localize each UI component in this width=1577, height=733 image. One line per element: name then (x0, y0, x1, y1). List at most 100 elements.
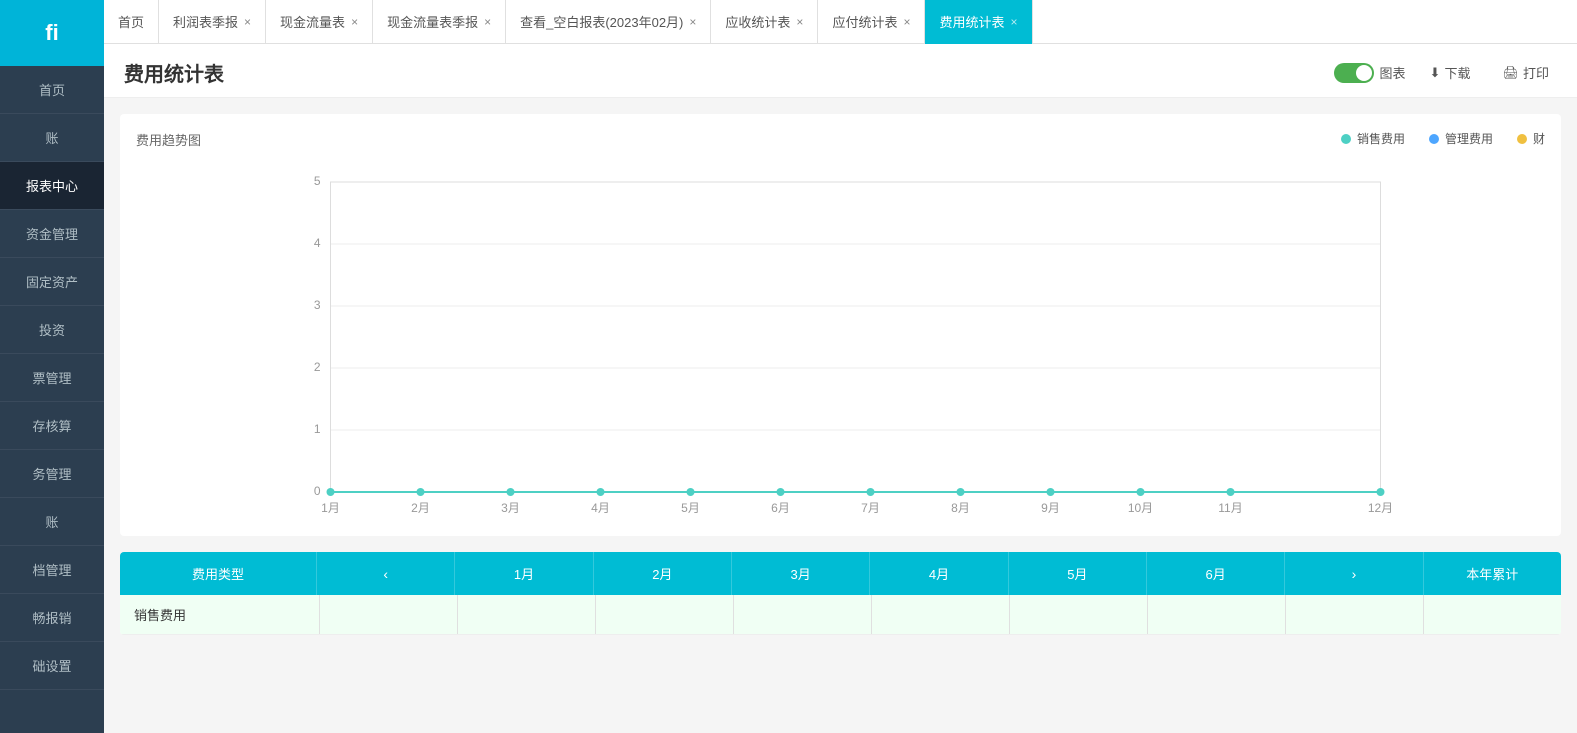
table-cell-m1 (458, 595, 596, 634)
next-arrow[interactable]: › (1348, 566, 1361, 582)
legend-management: 管理费用 (1429, 130, 1493, 147)
app-logo: fi (0, 0, 104, 66)
svg-text:3: 3 (314, 298, 321, 312)
table-header-prev[interactable]: ‹ (317, 552, 455, 595)
chart-svg-container: 5 4 3 2 1 0 (136, 157, 1545, 520)
svg-text:9月: 9月 (1041, 501, 1060, 515)
svg-text:5月: 5月 (681, 501, 700, 515)
close-tab-receivable[interactable]: × (796, 15, 803, 29)
sidebar-item-expense-report[interactable]: 畅报销 (0, 594, 104, 642)
svg-text:11月: 11月 (1218, 501, 1242, 515)
svg-text:7月: 7月 (861, 501, 880, 515)
chart-toggle[interactable] (1334, 63, 1374, 83)
table-header: 费用类型 ‹ 1月 2月 3月 4月 5月 (120, 552, 1561, 595)
legend-finance: 财 (1517, 130, 1545, 147)
prev-arrow[interactable]: ‹ (379, 566, 392, 582)
close-tab-cash-flow-quarter[interactable]: × (484, 15, 491, 29)
svg-text:10月: 10月 (1128, 501, 1153, 515)
tab-blank-report[interactable]: 查看_空白报表(2023年02月) × (506, 0, 711, 44)
sidebar-item-archives[interactable]: 档管理 (0, 546, 104, 594)
table-cell-m6 (1148, 595, 1286, 634)
svg-text:8月: 8月 (951, 501, 970, 515)
page-header: 费用统计表 图表 ⬇ 下载 🖨 打印 (104, 44, 1577, 98)
sidebar-item-fixed-assets[interactable]: 固定资产 (0, 258, 104, 306)
table-cell-nav-spacer (1286, 595, 1424, 634)
tab-bar: 首页 利润表季报 × 现金流量表 × 现金流量表季报 × 查看_空白报表(202… (104, 0, 1577, 44)
tab-payable[interactable]: 应付统计表 × (818, 0, 925, 44)
chart-title: 费用趋势图 (136, 130, 201, 149)
legend-label-finance: 财 (1533, 130, 1545, 147)
tab-cash-flow[interactable]: 现金流量表 × (266, 0, 373, 44)
toggle-text: 图表 (1380, 63, 1406, 82)
close-tab-profit-quarter[interactable]: × (244, 15, 251, 29)
sidebar-item-ledger[interactable]: 账 (0, 498, 104, 546)
print-button[interactable]: 🖨 打印 (1494, 59, 1557, 86)
svg-text:2月: 2月 (411, 501, 430, 515)
tab-profit-quarter[interactable]: 利润表季报 × (159, 0, 266, 44)
legend-dot-finance (1517, 134, 1527, 144)
svg-text:3月: 3月 (501, 501, 520, 515)
header-actions: 图表 ⬇ 下载 🖨 打印 (1334, 59, 1557, 86)
sidebar-item-settings[interactable]: 础设置 (0, 642, 104, 690)
legend-sales: 销售费用 (1341, 130, 1405, 147)
table-header-month-2: 2月 (594, 552, 732, 595)
table-row: 销售费用 (120, 595, 1561, 635)
legend-label-sales: 销售费用 (1357, 130, 1405, 147)
sidebar-item-service[interactable]: 务管理 (0, 450, 104, 498)
table-cell-m4 (872, 595, 1010, 634)
data-table: 费用类型 ‹ 1月 2月 3月 4月 5月 (120, 552, 1561, 635)
tab-expense-stat[interactable]: 费用统计表 × (925, 0, 1032, 44)
tab-cash-flow-quarter[interactable]: 现金流量表季报 × (373, 0, 506, 44)
print-icon: 🖨 (1502, 65, 1519, 81)
svg-text:4月: 4月 (591, 501, 610, 515)
main-content: 首页 利润表季报 × 现金流量表 × 现金流量表季报 × 查看_空白报表(202… (104, 0, 1577, 733)
chart-card: 费用趋势图 销售费用 管理费用 财 (120, 114, 1561, 536)
svg-text:12月: 12月 (1368, 501, 1393, 515)
legend-label-management: 管理费用 (1445, 130, 1493, 147)
svg-text:4: 4 (314, 236, 321, 250)
table-header-month-3: 3月 (732, 552, 870, 595)
sidebar-item-report-center[interactable]: 报表中心 (0, 162, 104, 210)
download-button[interactable]: ⬇ 下载 (1422, 59, 1479, 86)
svg-text:2: 2 (314, 360, 321, 374)
page-title: 费用统计表 (124, 58, 224, 87)
close-tab-blank-report[interactable]: × (689, 15, 696, 29)
table-header-month-5: 5月 (1009, 552, 1147, 595)
svg-text:1月: 1月 (321, 501, 340, 515)
table-cell-m0 (320, 595, 458, 634)
legend-dot-management (1429, 134, 1439, 144)
sidebar-item-inventory[interactable]: 存核算 (0, 402, 104, 450)
sidebar-item-home[interactable]: 首页 (0, 66, 104, 114)
sidebar-item-investment[interactable]: 投资 (0, 306, 104, 354)
content-area: 费用趋势图 销售费用 管理费用 财 (104, 98, 1577, 733)
chart-legend: 销售费用 管理费用 财 (1341, 130, 1545, 147)
table-cell-m5 (1010, 595, 1148, 634)
sidebar-item-invoice[interactable]: 票管理 (0, 354, 104, 402)
tab-home[interactable]: 首页 (104, 0, 159, 44)
sidebar: fi 首页 账 报表中心 资金管理 固定资产 投资 票管理 存核算 务管理 账 … (0, 0, 104, 733)
close-tab-payable[interactable]: × (903, 15, 910, 29)
table-cell-m3 (734, 595, 872, 634)
svg-text:5: 5 (314, 174, 321, 188)
download-icon: ⬇ (1430, 65, 1441, 81)
chart-toggle-label: 图表 (1334, 63, 1406, 83)
legend-dot-sales (1341, 134, 1351, 144)
close-tab-cash-flow[interactable]: × (351, 15, 358, 29)
table-header-month-4: 4月 (870, 552, 1008, 595)
sidebar-item-fund[interactable]: 资金管理 (0, 210, 104, 258)
table-header-type: 费用类型 (120, 552, 317, 595)
table-header-month-1: 1月 (455, 552, 593, 595)
svg-text:0: 0 (314, 484, 321, 498)
chart-svg: 5 4 3 2 1 0 (136, 157, 1545, 517)
tab-receivable[interactable]: 应收统计表 × (711, 0, 818, 44)
table-cell-total (1424, 595, 1561, 634)
svg-text:1: 1 (314, 422, 321, 436)
table-cell-type: 销售费用 (120, 595, 320, 634)
close-tab-expense-stat[interactable]: × (1010, 15, 1017, 29)
table-header-month-6: 6月 (1147, 552, 1285, 595)
table-header-total: 本年累计 (1424, 552, 1561, 595)
table-header-next[interactable]: › (1285, 552, 1423, 595)
svg-text:6月: 6月 (771, 501, 790, 515)
sidebar-item-account[interactable]: 账 (0, 114, 104, 162)
table-cell-m2 (596, 595, 734, 634)
